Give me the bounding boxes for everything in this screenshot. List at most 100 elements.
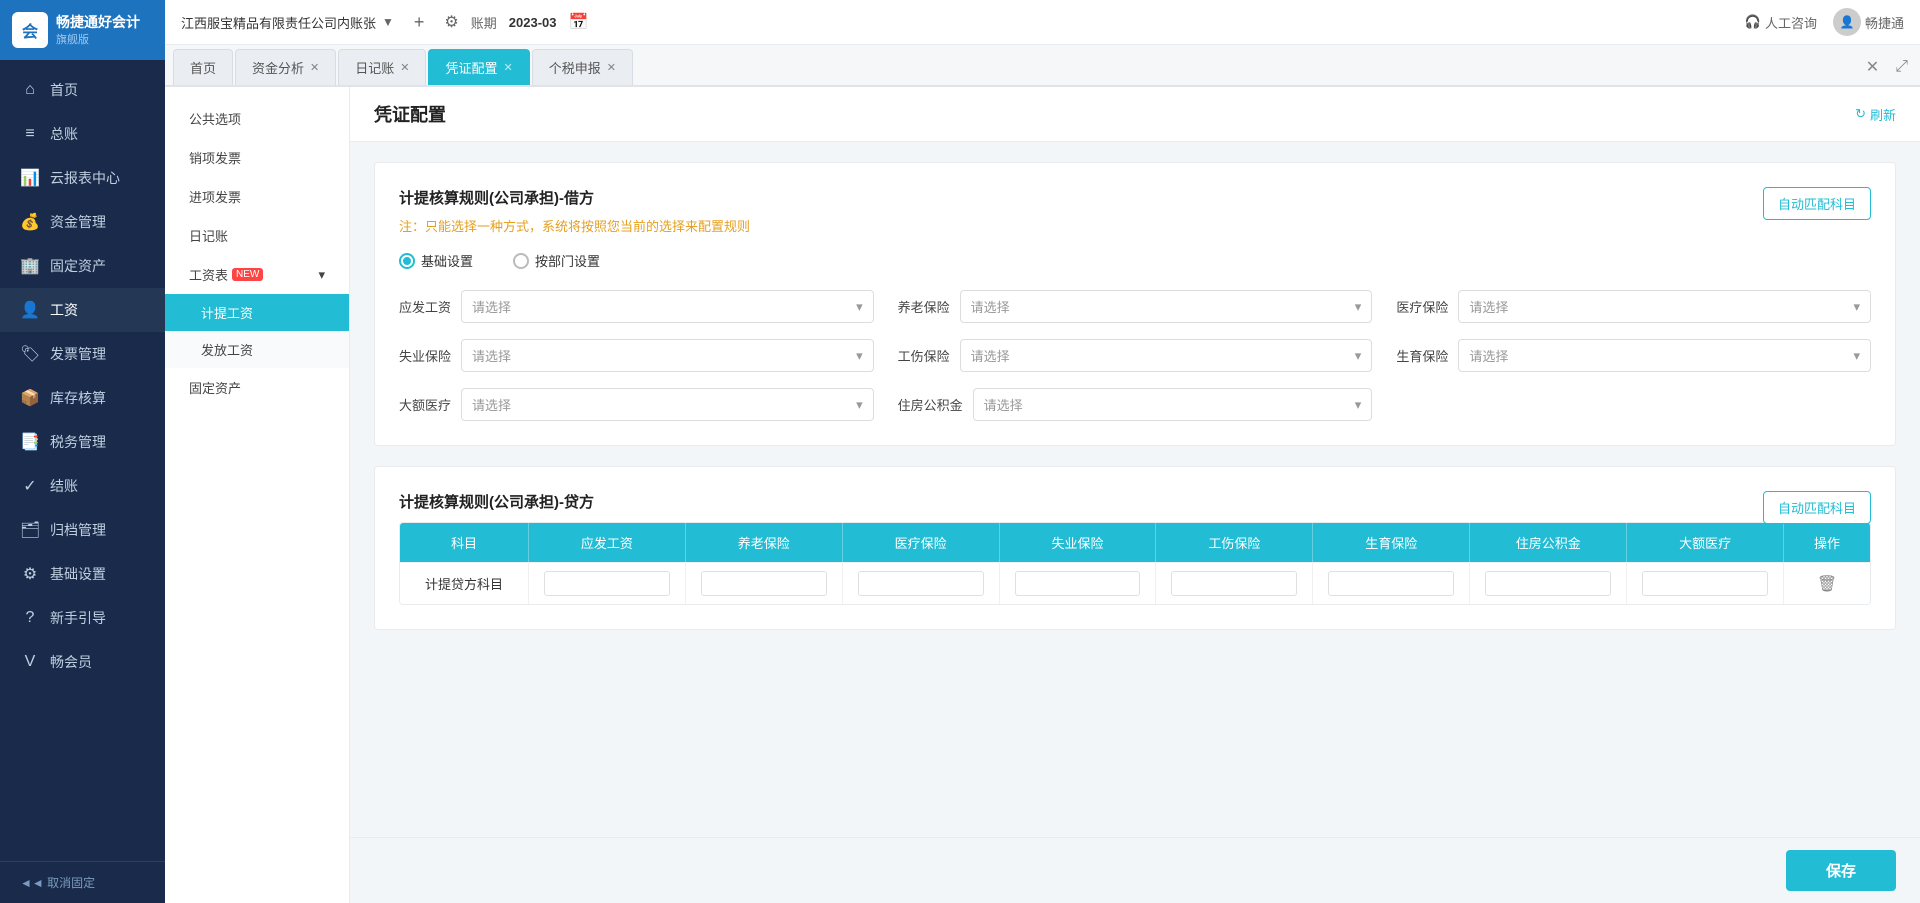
sidebar-item-checkout[interactable]: ✓ 结账 [0, 464, 165, 508]
debit-section: 计提核算规则(公司承担)-借方 注：只能选择一种方式，系统将按照您当前的选择来配… [374, 162, 1896, 446]
sidebar-item-salary[interactable]: 👤 工资 [0, 288, 165, 332]
sub-nav-accrual[interactable]: 计提工资 [165, 294, 349, 331]
sidebar-item-assets[interactable]: 🏢 固定资产 [0, 244, 165, 288]
payable-wage-select[interactable]: 请选择 ▾ [461, 290, 874, 323]
assets-icon: 🏢 [20, 256, 40, 276]
credit-table: 科目 应发工资 养老保险 医疗保险 失业保险 工伤保险 生育保险 住房公积金 大… [399, 522, 1871, 605]
cell-maternity-input[interactable] [1328, 571, 1454, 596]
sub-nav-salary-children: 计提工资 发放工资 [165, 294, 349, 368]
sidebar-item-home[interactable]: ⌂ 首页 [0, 68, 165, 112]
sidebar-item-member[interactable]: V 畅会员 [0, 640, 165, 684]
user-button[interactable]: 👤 畅捷通 [1833, 8, 1904, 36]
col-pension: 养老保险 [686, 523, 843, 562]
tab-voucher-config[interactable]: 凭证配置 ✕ [428, 49, 529, 85]
cell-large-medical-input[interactable] [1642, 571, 1768, 596]
sub-nav-purchase-invoice[interactable]: 进项发票 [165, 177, 349, 216]
cell-medical-input[interactable] [858, 571, 984, 596]
tab-journal-close-icon[interactable]: ✕ [400, 61, 409, 74]
close-window-icon[interactable]: ✕ [1862, 53, 1883, 81]
tab-tax-report[interactable]: 个税申报 ✕ [532, 49, 633, 85]
sidebar-item-basic[interactable]: ⚙ 基础设置 [0, 552, 165, 596]
medical-placeholder: 请选择 [1469, 297, 1508, 316]
maternity-placeholder: 请选择 [1469, 346, 1508, 365]
cancel-fixed-btn[interactable]: ◄◄ 取消固定 [0, 861, 165, 903]
tab-tax-report-close-icon[interactable]: ✕ [607, 61, 616, 74]
housing-fund-select[interactable]: 请选择 ▾ [973, 388, 1373, 421]
col-operation: 操作 [1784, 523, 1870, 562]
guide-icon: ? [20, 609, 40, 627]
cell-unemployment-input[interactable] [1015, 571, 1141, 596]
sub-nav-pay[interactable]: 发放工资 [165, 331, 349, 368]
tab-funds-label: 资金分析 [252, 58, 304, 77]
invoice-icon: 🏷 [20, 344, 40, 364]
archive-icon: 🗂 [20, 520, 40, 540]
calendar-icon[interactable]: 📅 [569, 12, 589, 32]
tab-funds[interactable]: 资金分析 ✕ [235, 49, 336, 85]
ledger-icon: ≡ [20, 125, 40, 143]
sidebar-item-label: 资金管理 [50, 212, 106, 232]
delete-row-icon[interactable]: 🗑 [1817, 574, 1837, 594]
field-pension: 养老保险 请选择 ▾ [898, 290, 1373, 323]
select-chevron-icon: ▾ [1853, 299, 1860, 315]
injury-placeholder: 请选择 [971, 346, 1010, 365]
debit-auto-match-button[interactable]: 自动匹配科目 [1763, 187, 1871, 220]
tab-funds-close-icon[interactable]: ✕ [310, 61, 319, 74]
tab-voucher-config-close-icon[interactable]: ✕ [504, 61, 513, 74]
logo-sub: 旗舰版 [56, 31, 140, 47]
cell-payable-wage [529, 563, 686, 604]
sidebar-item-ledger[interactable]: ≡ 总账 [0, 112, 165, 156]
pension-select[interactable]: 请选择 ▾ [960, 290, 1373, 323]
col-unemployment: 失业保险 [1000, 523, 1157, 562]
headset-icon: 🎧 [1745, 14, 1761, 30]
main-area: 江西服宝精品有限责任公司内账张 ▼ + ⚙ 账期 2023-03 📅 🎧 人工咨… [165, 0, 1920, 903]
sidebar-item-funds[interactable]: 💰 资金管理 [0, 200, 165, 244]
select-chevron-icon: ▾ [1355, 397, 1362, 413]
sub-nav-journal[interactable]: 日记账 [165, 216, 349, 255]
medical-select[interactable]: 请选择 ▾ [1458, 290, 1871, 323]
logo: 会 畅捷通好会计 旗舰版 [0, 0, 165, 60]
credit-table-header: 科目 应发工资 养老保险 医疗保险 失业保险 工伤保险 生育保险 住房公积金 大… [400, 523, 1870, 562]
sidebar-item-archive[interactable]: 🗂 归档管理 [0, 508, 165, 552]
sidebar-item-label: 归档管理 [50, 520, 106, 540]
sub-nav-sales-invoice[interactable]: 销项发票 [165, 138, 349, 177]
cell-payable-wage-input[interactable] [544, 571, 670, 596]
refresh-button[interactable]: ↻ 刷新 [1855, 105, 1896, 124]
sub-nav-salary-table-group[interactable]: 工资表 NEW ▾ [165, 255, 349, 294]
maternity-select[interactable]: 请选择 ▾ [1458, 339, 1871, 372]
radio-basic-setting[interactable]: 基础设置 [399, 251, 473, 270]
new-badge: NEW [232, 268, 263, 281]
tab-home[interactable]: 首页 [173, 49, 233, 85]
cell-injury-input[interactable] [1171, 571, 1297, 596]
sidebar-item-tax[interactable]: 📑 税务管理 [0, 420, 165, 464]
cell-injury [1156, 563, 1313, 604]
tab-voucher-config-label: 凭证配置 [445, 58, 497, 77]
unemployment-select[interactable]: 请选择 ▾ [461, 339, 874, 372]
sidebar-item-inventory[interactable]: 📦 库存核算 [0, 376, 165, 420]
field-payable-wage: 应发工资 请选择 ▾ [399, 290, 874, 323]
sidebar-item-reports[interactable]: 📊 云报表中心 [0, 156, 165, 200]
tab-journal[interactable]: 日记账 ✕ [338, 49, 426, 85]
cell-pension-input[interactable] [701, 571, 827, 596]
credit-auto-match-button[interactable]: 自动匹配科目 [1763, 491, 1871, 524]
col-injury: 工伤保险 [1156, 523, 1313, 562]
top-bar-right: 🎧 人工咨询 👤 畅捷通 [1745, 8, 1904, 36]
add-book-button[interactable]: + [406, 10, 433, 35]
expand-window-icon[interactable]: ⤢ [1891, 54, 1912, 80]
large-medical-select[interactable]: 请选择 ▾ [461, 388, 874, 421]
sidebar-item-invoice[interactable]: 🏷 发票管理 [0, 332, 165, 376]
injury-select[interactable]: 请选择 ▾ [960, 339, 1373, 372]
field-maternity: 生育保险 请选择 ▾ [1396, 339, 1871, 372]
unemployment-placeholder: 请选择 [472, 346, 511, 365]
sidebar-item-guide[interactable]: ? 新手引导 [0, 596, 165, 640]
radio-dept-setting[interactable]: 按部门设置 [513, 251, 600, 270]
select-chevron-icon: ▾ [856, 348, 863, 364]
credit-section: 计提核算规则(公司承担)-贷方 自动匹配科目 科目 应发工资 养老保险 医疗保险… [374, 466, 1896, 630]
service-button[interactable]: 🎧 人工咨询 [1745, 13, 1817, 32]
save-button[interactable]: 保存 [1786, 850, 1896, 891]
sub-nav-public[interactable]: 公共选项 [165, 99, 349, 138]
company-selector[interactable]: 江西服宝精品有限责任公司内账张 ▼ [181, 13, 394, 32]
sub-nav-fixed-assets[interactable]: 固定资产 [165, 368, 349, 407]
settings-icon[interactable]: ⚙ [444, 12, 458, 32]
cell-housing-fund-input[interactable] [1485, 571, 1611, 596]
service-label: 人工咨询 [1765, 13, 1817, 32]
